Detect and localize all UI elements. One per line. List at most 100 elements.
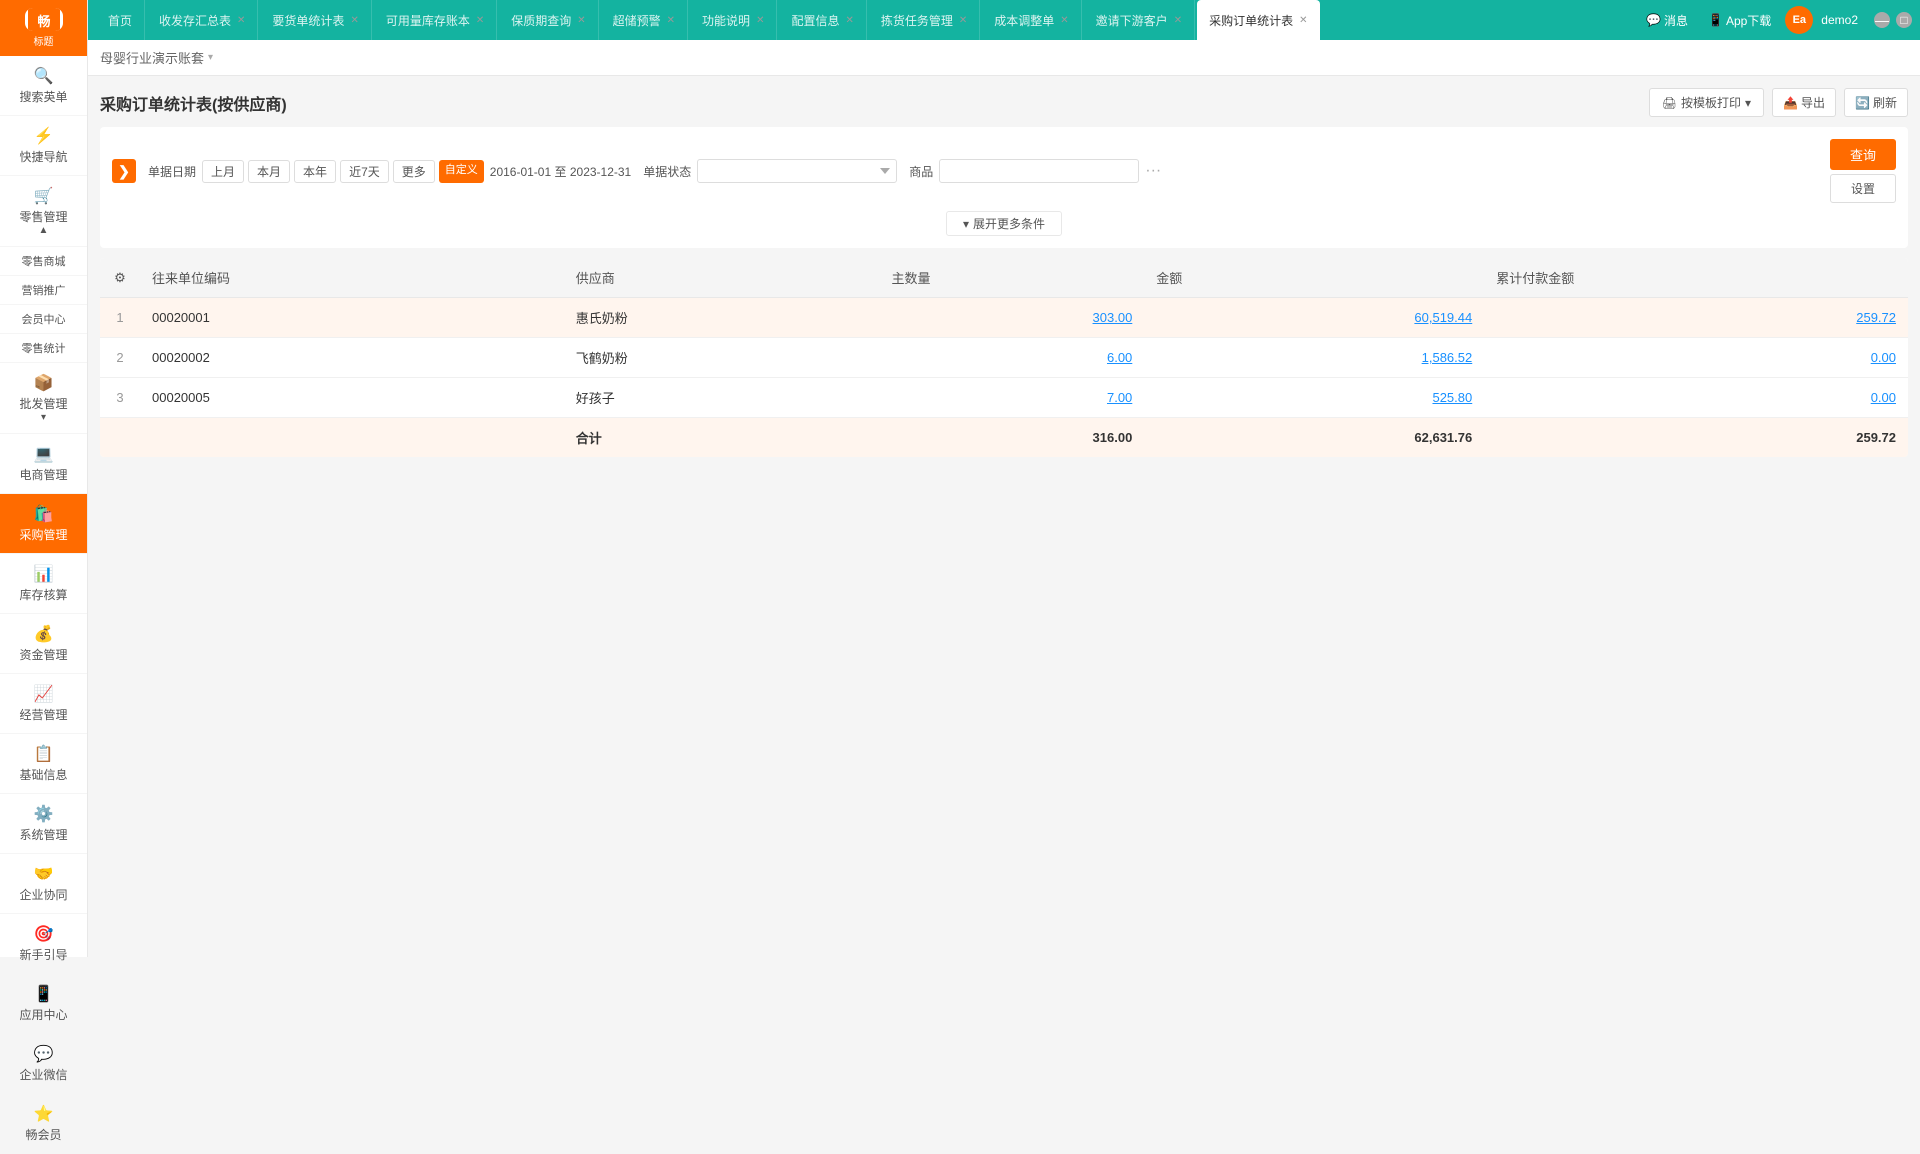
basic-icon: 📋 bbox=[34, 744, 54, 764]
sidebar-item-finance[interactable]: 💰 资金管理 bbox=[0, 614, 87, 674]
tab-config-info[interactable]: 配置信息 ✕ bbox=[779, 0, 866, 40]
newguide-icon: 🎯 bbox=[34, 924, 54, 944]
row1-qty-link[interactable]: 303.00 bbox=[1093, 310, 1133, 325]
breadcrumb-text: 母婴行业演示账套 bbox=[100, 48, 204, 67]
date-btn-more[interactable]: 更多 bbox=[393, 160, 435, 183]
row2-qty-link[interactable]: 6.00 bbox=[1107, 350, 1132, 365]
col-qty: 主数量 bbox=[879, 258, 1144, 298]
tab-invite-downstream[interactable]: 邀请下游客户 ✕ bbox=[1084, 0, 1195, 40]
sidebar-item-retail[interactable]: 🛒 零售管理 ▲ bbox=[0, 176, 87, 247]
query-button[interactable]: 查询 bbox=[1830, 139, 1896, 170]
row3-amount-link[interactable]: 525.80 bbox=[1432, 390, 1472, 405]
tab-expiry-query-close[interactable]: ✕ bbox=[577, 15, 585, 26]
date-btn-this-month[interactable]: 本月 bbox=[248, 160, 290, 183]
tab-cost-adjust-label: 成本调整单 bbox=[994, 12, 1054, 29]
tab-pick-task-label: 拣货任务管理 bbox=[881, 12, 953, 29]
sidebar-item-vip-label: 畅会员 bbox=[25, 1126, 61, 1143]
tab-config-info-close[interactable]: ✕ bbox=[845, 15, 853, 26]
sidebar-item-marketing[interactable]: 营销推广 bbox=[0, 276, 87, 305]
tab-pick-task[interactable]: 拣货任务管理 ✕ bbox=[869, 0, 980, 40]
sidebar-item-inventory[interactable]: 📊 库存核算 bbox=[0, 554, 87, 614]
sidebar-item-purchase[interactable]: 🛍️ 采购管理 bbox=[0, 494, 87, 554]
status-select[interactable] bbox=[697, 159, 897, 183]
sidebar-item-search-label: 搜索英单 bbox=[19, 88, 67, 105]
window-minimize-button[interactable]: — bbox=[1874, 12, 1890, 28]
breadcrumb-dropdown-icon[interactable]: ▾ bbox=[208, 52, 213, 63]
row1-paid-link[interactable]: 259.72 bbox=[1856, 310, 1896, 325]
settings-button[interactable]: 设置 bbox=[1830, 174, 1896, 203]
refresh-button[interactable]: 🔄 刷新 bbox=[1844, 88, 1908, 117]
tab-home[interactable]: 首页 bbox=[96, 0, 145, 40]
sidebar-item-operations[interactable]: 📈 经营管理 bbox=[0, 674, 87, 734]
expand-more-button[interactable]: ▾ 展开更多条件 bbox=[946, 211, 1062, 236]
sidebar-item-basic[interactable]: 📋 基础信息 bbox=[0, 734, 87, 794]
row3-paid-link[interactable]: 0.00 bbox=[1871, 390, 1896, 405]
goods-more-icon[interactable]: ··· bbox=[1145, 162, 1161, 180]
sidebar-item-enterprise[interactable]: 🤝 企业协同 bbox=[0, 854, 87, 914]
table-footer-row: 合计 316.00 62,631.76 259.72 bbox=[100, 418, 1908, 458]
tab-cost-adjust[interactable]: 成本调整单 ✕ bbox=[982, 0, 1081, 40]
sidebar-item-ecommerce[interactable]: 💻 电商管理 bbox=[0, 434, 87, 494]
tab-pick-task-close[interactable]: ✕ bbox=[959, 15, 967, 26]
tab-purchase-summary[interactable]: 采购订单统计表 ✕ bbox=[1197, 0, 1320, 40]
sidebar-item-retail-shop[interactable]: 零售商城 bbox=[0, 247, 87, 276]
print-button[interactable]: 🖨 按模板打印 ▾ bbox=[1649, 88, 1764, 117]
sidebar-item-wholesale-label: 批发管理 bbox=[19, 395, 67, 412]
filter-toggle-button[interactable]: ❯ bbox=[112, 159, 136, 183]
tab-available-stock-close[interactable]: ✕ bbox=[476, 15, 484, 26]
app-download-button[interactable]: 📱 App下载 bbox=[1702, 8, 1777, 33]
tab-func-desc[interactable]: 功能说明 ✕ bbox=[690, 0, 777, 40]
sidebar-item-vip[interactable]: ⭐ 畅会员 bbox=[0, 1094, 87, 1154]
sidebar-item-shortcut[interactable]: ⚡ 快捷导航 bbox=[0, 116, 87, 176]
tab-invite-downstream-close[interactable]: ✕ bbox=[1174, 15, 1182, 26]
tab-goods-summary-label: 要货单统计表 bbox=[272, 12, 344, 29]
row3-qty-link[interactable]: 7.00 bbox=[1107, 390, 1132, 405]
window-maximize-button[interactable]: □ bbox=[1896, 12, 1912, 28]
tab-receive-summary-label: 收发存汇总表 bbox=[159, 12, 231, 29]
tab-goods-summary-close[interactable]: ✕ bbox=[350, 15, 358, 26]
col-settings[interactable]: ⚙ bbox=[100, 258, 140, 298]
tab-available-stock[interactable]: 可用量库存账本 ✕ bbox=[374, 0, 497, 40]
date-btn-last-month[interactable]: 上月 bbox=[202, 160, 244, 183]
row2-paid: 0.00 bbox=[1484, 338, 1908, 378]
tab-expiry-query[interactable]: 保质期查询 ✕ bbox=[499, 0, 598, 40]
export-icon: 📤 bbox=[1783, 96, 1798, 110]
row1-amount-link[interactable]: 60,519.44 bbox=[1414, 310, 1472, 325]
row2-paid-link[interactable]: 0.00 bbox=[1871, 350, 1896, 365]
tab-overstock-close[interactable]: ✕ bbox=[667, 15, 675, 26]
tab-receive-summary[interactable]: 收发存汇总表 ✕ bbox=[147, 0, 258, 40]
tab-receive-summary-close[interactable]: ✕ bbox=[237, 15, 245, 26]
row2-amount-link[interactable]: 1,586.52 bbox=[1422, 350, 1473, 365]
sidebar-item-newguide[interactable]: 🎯 新手引导 bbox=[0, 914, 87, 974]
message-button[interactable]: 💬 消息 bbox=[1640, 8, 1694, 33]
sidebar-item-retail-stat[interactable]: 零售统计 bbox=[0, 334, 87, 363]
export-button[interactable]: 📤 导出 bbox=[1772, 88, 1836, 117]
filter-panel: ❯ 单据日期 上月 本月 本年 近7天 更多 自定义 2016-01-01 至 bbox=[100, 127, 1908, 248]
tab-purchase-summary-close[interactable]: ✕ bbox=[1299, 15, 1307, 26]
wechat-icon: 💬 bbox=[34, 1044, 54, 1064]
date-btn-7days[interactable]: 近7天 bbox=[340, 160, 389, 183]
enterprise-icon: 🤝 bbox=[34, 864, 54, 884]
print-dropdown-icon: ▾ bbox=[1745, 96, 1751, 110]
col-supplier: 供应商 bbox=[564, 258, 880, 298]
sidebar-item-appcenter[interactable]: 📱 应用中心 bbox=[0, 974, 87, 1034]
sidebar-item-system[interactable]: ⚙️ 系统管理 bbox=[0, 794, 87, 854]
row2-no: 2 bbox=[100, 338, 140, 378]
date-btn-this-year[interactable]: 本年 bbox=[294, 160, 336, 183]
tab-overstock[interactable]: 超储预警 ✕ bbox=[601, 0, 688, 40]
tab-cost-adjust-close[interactable]: ✕ bbox=[1060, 15, 1068, 26]
sidebar-item-wechat[interactable]: 💬 企业微信 bbox=[0, 1034, 87, 1094]
tab-overstock-label: 超储预警 bbox=[613, 12, 661, 29]
user-avatar[interactable]: Ea bbox=[1785, 6, 1813, 34]
row3-supplier: 好孩子 bbox=[564, 378, 880, 418]
sidebar-item-search[interactable]: 🔍 搜索英单 bbox=[0, 56, 87, 116]
sidebar-item-member[interactable]: 会员中心 bbox=[0, 305, 87, 334]
row2-qty: 6.00 bbox=[879, 338, 1144, 378]
row1-no: 1 bbox=[100, 298, 140, 338]
tab-func-desc-close[interactable]: ✕ bbox=[756, 15, 764, 26]
goods-input[interactable] bbox=[939, 159, 1139, 183]
topbar: 首页 收发存汇总表 ✕ 要货单统计表 ✕ 可用量库存账本 ✕ 保质期查询 ✕ 超… bbox=[88, 0, 1920, 40]
sidebar-item-wholesale[interactable]: 📦 批发管理 ▾ bbox=[0, 363, 87, 434]
tab-goods-summary[interactable]: 要货单统计表 ✕ bbox=[260, 0, 371, 40]
tab-available-stock-label: 可用量库存账本 bbox=[386, 12, 470, 29]
